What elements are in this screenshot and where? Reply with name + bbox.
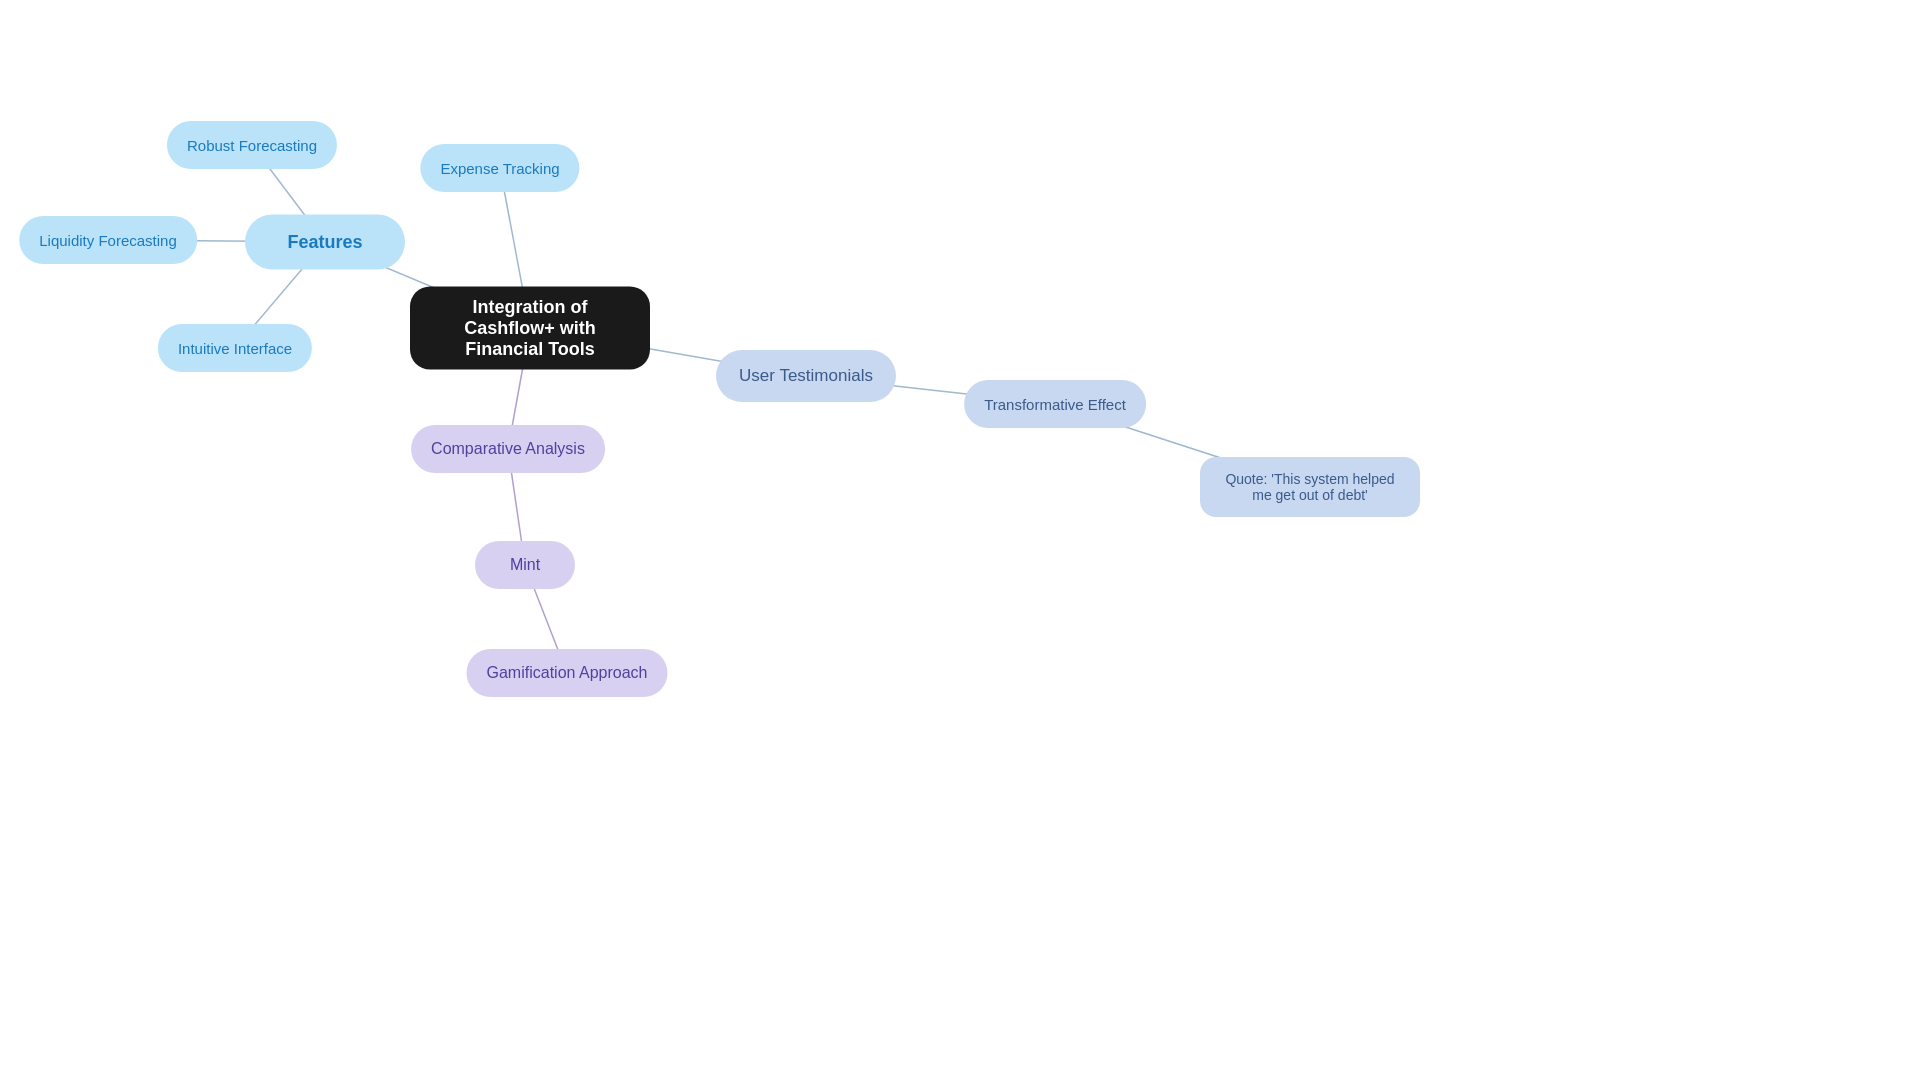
features-node[interactable]: Features bbox=[245, 215, 405, 270]
center-node[interactable]: Integration of Cashflow+ with Financial … bbox=[410, 287, 650, 370]
mint-node[interactable]: Mint bbox=[475, 541, 575, 589]
robust-forecasting-node[interactable]: Robust Forecasting bbox=[167, 121, 337, 169]
mindmap-canvas: Integration of Cashflow+ with Financial … bbox=[0, 0, 1920, 1083]
intuitive-interface-node[interactable]: Intuitive Interface bbox=[158, 324, 312, 372]
transformative-effect-node[interactable]: Transformative Effect bbox=[964, 380, 1146, 428]
comparative-analysis-node[interactable]: Comparative Analysis bbox=[411, 425, 605, 473]
gamification-approach-node[interactable]: Gamification Approach bbox=[467, 649, 668, 697]
quote-node[interactable]: Quote: 'This system helped me get out of… bbox=[1200, 457, 1420, 517]
expense-tracking-node[interactable]: Expense Tracking bbox=[420, 144, 579, 192]
user-testimonials-node[interactable]: User Testimonials bbox=[716, 350, 896, 402]
liquidity-forecasting-node[interactable]: Liquidity Forecasting bbox=[19, 216, 197, 264]
